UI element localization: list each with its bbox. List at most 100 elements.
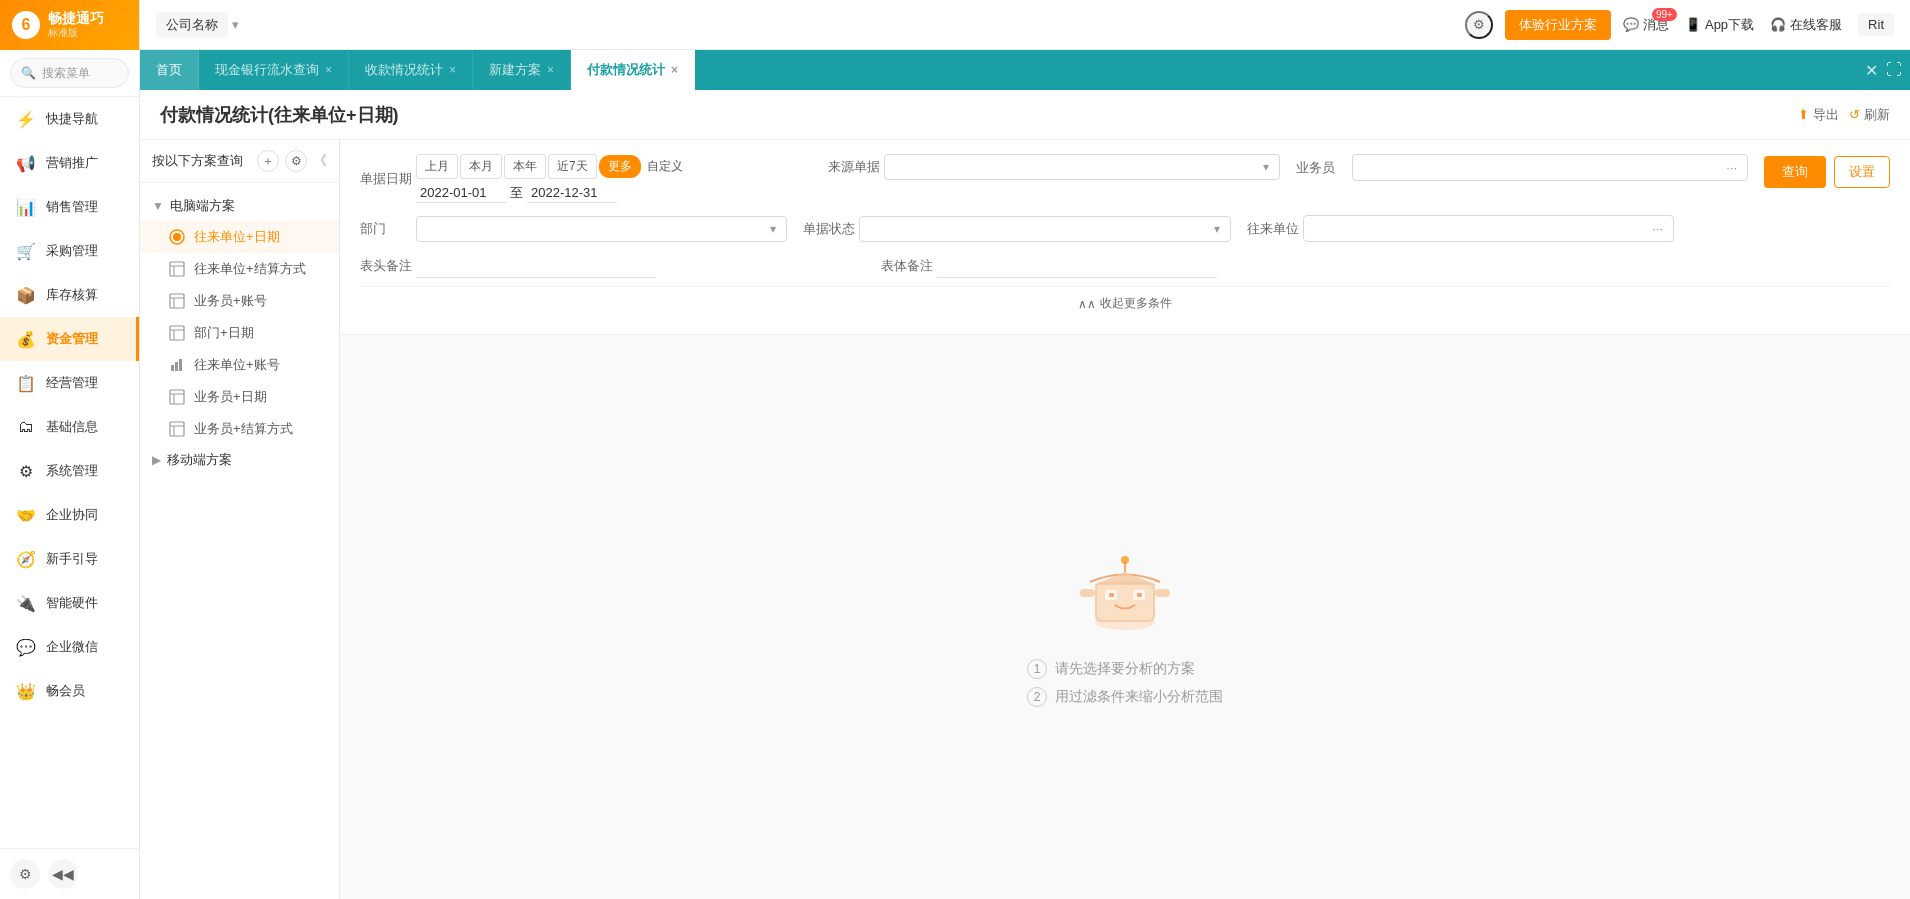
header-note-label: 表头备注 [360, 257, 416, 275]
scheme-item-staff-settle[interactable]: 业务员+结算方式 [140, 413, 339, 445]
tab-close-cash-query[interactable]: × [325, 64, 332, 76]
sidebar-item-quick-nav[interactable]: ⚡ 快捷导航 [0, 97, 139, 141]
logo-text: 畅捷通巧 标准版 [48, 10, 104, 41]
sidebar-footer: ⚙ ◀◀ [0, 848, 139, 899]
date-label: 单据日期 [360, 170, 416, 188]
scheme-group-mobile-header[interactable]: ▶ 移动端方案 [140, 445, 339, 475]
scheme-group-desktop: ▼ 电脑端方案 往来单位+日期 往来单位+结算方式 [140, 191, 339, 445]
collab-icon: 🤝 [16, 505, 36, 525]
source-select[interactable]: ▾ [884, 154, 1280, 180]
scheme-item-unit-settle[interactable]: 往来单位+结算方式 [140, 253, 339, 285]
query-action-group: 查询 设置 [1764, 154, 1890, 188]
tip-number-1: 1 [1027, 659, 1047, 679]
collapse-conditions-button[interactable]: ∧∧ 收起更多条件 [360, 286, 1890, 320]
last-month-btn[interactable]: 上月 [416, 154, 458, 179]
scheme-item-staff-account[interactable]: 业务员+账号 [140, 285, 339, 317]
scheme-item-staff-date[interactable]: 业务员+日期 [140, 381, 339, 413]
dept-select[interactable]: ▾ [416, 216, 787, 242]
close-all-tabs-button[interactable]: ✕ [1865, 61, 1878, 80]
sidebar-item-vip[interactable]: 👑 畅会员 [0, 669, 139, 713]
fullscreen-button[interactable]: ⛶ [1886, 61, 1902, 79]
sidebar-item-basic-info[interactable]: 🗂 基础信息 [0, 405, 139, 449]
sidebar-item-guide[interactable]: 🧭 新手引导 [0, 537, 139, 581]
date-end-input[interactable] [527, 183, 617, 203]
unit-select[interactable]: ··· [1303, 215, 1674, 242]
scheme-item-dept-date[interactable]: 部门+日期 [140, 317, 339, 349]
scheme-item-unit-account[interactable]: 往来单位+账号 [140, 349, 339, 381]
export-button[interactable]: ⬆ 导出 [1798, 106, 1839, 124]
company-name[interactable]: 公司名称 [156, 12, 228, 38]
sidebar-item-business[interactable]: 📋 经营管理 [0, 361, 139, 405]
dept-label: 部门 [360, 220, 416, 238]
app-download-button[interactable]: 📱 App下载 [1685, 16, 1754, 34]
scheme-item-unit-date[interactable]: 往来单位+日期 [140, 221, 339, 253]
doc-status-select[interactable]: ▾ [859, 216, 1230, 242]
tab-close-receipt-stats[interactable]: × [449, 64, 456, 76]
sidebar-item-inventory[interactable]: 📦 库存核算 [0, 273, 139, 317]
sidebar-item-system[interactable]: ⚙ 系统管理 [0, 449, 139, 493]
table-icon-2 [168, 292, 186, 310]
quick-nav-icon: ⚡ [16, 109, 36, 129]
company-dropdown-icon[interactable]: ▾ [232, 17, 239, 32]
scheme-settings-button[interactable]: ⚙ [285, 150, 307, 172]
topbar-settings-button[interactable]: ⚙ [1465, 11, 1493, 39]
chevron-right-icon: ▶ [152, 453, 161, 467]
body-note-input[interactable] [937, 254, 1217, 278]
user-profile-button[interactable]: Rit [1858, 13, 1894, 36]
this-month-btn[interactable]: 本月 [460, 154, 502, 179]
tab-payment-stats[interactable]: 付款情况统计 × [571, 50, 695, 90]
query-button[interactable]: 查询 [1764, 156, 1826, 188]
refresh-button[interactable]: ↺ 刷新 [1849, 106, 1890, 124]
doc-status-dropdown-icon: ▾ [1214, 222, 1220, 236]
dept-dropdown-icon: ▾ [770, 222, 776, 236]
trial-button[interactable]: 体验行业方案 [1505, 10, 1611, 40]
doc-status-label: 单据状态 [803, 220, 859, 238]
svg-rect-14 [170, 390, 184, 404]
this-year-btn[interactable]: 本年 [504, 154, 546, 179]
collapse-sidebar-button[interactable]: ◀◀ [48, 859, 78, 889]
unit-label: 往来单位 [1247, 220, 1303, 238]
sidebar-item-purchase[interactable]: 🛒 采购管理 [0, 229, 139, 273]
sidebar-item-capital[interactable]: 💰 资金管理 [0, 317, 139, 361]
tab-new-scheme[interactable]: 新建方案 × [473, 50, 571, 90]
svg-rect-11 [171, 365, 174, 371]
tab-receipt-stats[interactable]: 收款情况统计 × [349, 50, 473, 90]
filter-settings-button[interactable]: 设置 [1834, 156, 1890, 188]
sidebar-item-wechat[interactable]: 💬 企业微信 [0, 625, 139, 669]
sidebar-item-smart-hw[interactable]: 🔌 智能硬件 [0, 581, 139, 625]
table-icon-3 [168, 324, 186, 342]
scheme-panel-header: 按以下方案查询 ＋ ⚙ 《 [140, 140, 339, 183]
date-start-input[interactable] [416, 183, 506, 203]
settings-footer-button[interactable]: ⚙ [10, 859, 40, 889]
search-icon: 🔍 [21, 66, 36, 80]
sidebar-item-sales[interactable]: 📊 销售管理 [0, 185, 139, 229]
more-dates-btn[interactable]: 更多 [599, 155, 641, 178]
page-title: 付款情况统计(往来单位+日期) [160, 103, 1798, 127]
staff-ellipsis-icon: ··· [1726, 160, 1737, 175]
table-icon-1 [168, 260, 186, 278]
scheme-group-desktop-header[interactable]: ▼ 电脑端方案 [140, 191, 339, 221]
results-area: 1 请先选择要分析的方案 2 用过滤条件来缩小分析范围 [340, 335, 1910, 899]
sidebar-logo: 6 畅捷通巧 标准版 [0, 0, 139, 50]
tabbar-actions: ✕ ⛶ [1857, 50, 1910, 90]
marketing-icon: 📢 [16, 153, 36, 173]
staff-select[interactable]: ··· [1352, 154, 1748, 181]
tab-cash-query[interactable]: 现金银行流水查询 × [199, 50, 349, 90]
tab-home[interactable]: 首页 [140, 50, 199, 90]
sidebar-item-marketing[interactable]: 📢 营销推广 [0, 141, 139, 185]
staff-label: 业务员 [1296, 159, 1352, 177]
sidebar: 6 畅捷通巧 标准版 🔍 搜索菜单 ⚡ 快捷导航 📢 营销推广 📊 销售管理 🛒… [0, 0, 140, 899]
sidebar-item-collab[interactable]: 🤝 企业协同 [0, 493, 139, 537]
filter-main: 单据日期 上月 本月 本年 近7天 更多 自定义 [340, 140, 1910, 899]
tab-close-new-scheme[interactable]: × [547, 64, 554, 76]
collapse-scheme-button[interactable]: 《 [313, 152, 327, 170]
last-7-days-btn[interactable]: 近7天 [548, 154, 597, 179]
vip-icon: 👑 [16, 681, 36, 701]
message-button[interactable]: 💬 消息 99+ [1623, 16, 1669, 34]
search-menu-button[interactable]: 🔍 搜索菜单 [10, 58, 129, 88]
header-note-input[interactable] [416, 254, 656, 278]
svg-point-28 [1121, 556, 1129, 564]
online-service-button[interactable]: 🎧 在线客服 [1770, 16, 1842, 34]
add-scheme-button[interactable]: ＋ [257, 150, 279, 172]
tab-close-payment-stats[interactable]: × [671, 64, 678, 76]
